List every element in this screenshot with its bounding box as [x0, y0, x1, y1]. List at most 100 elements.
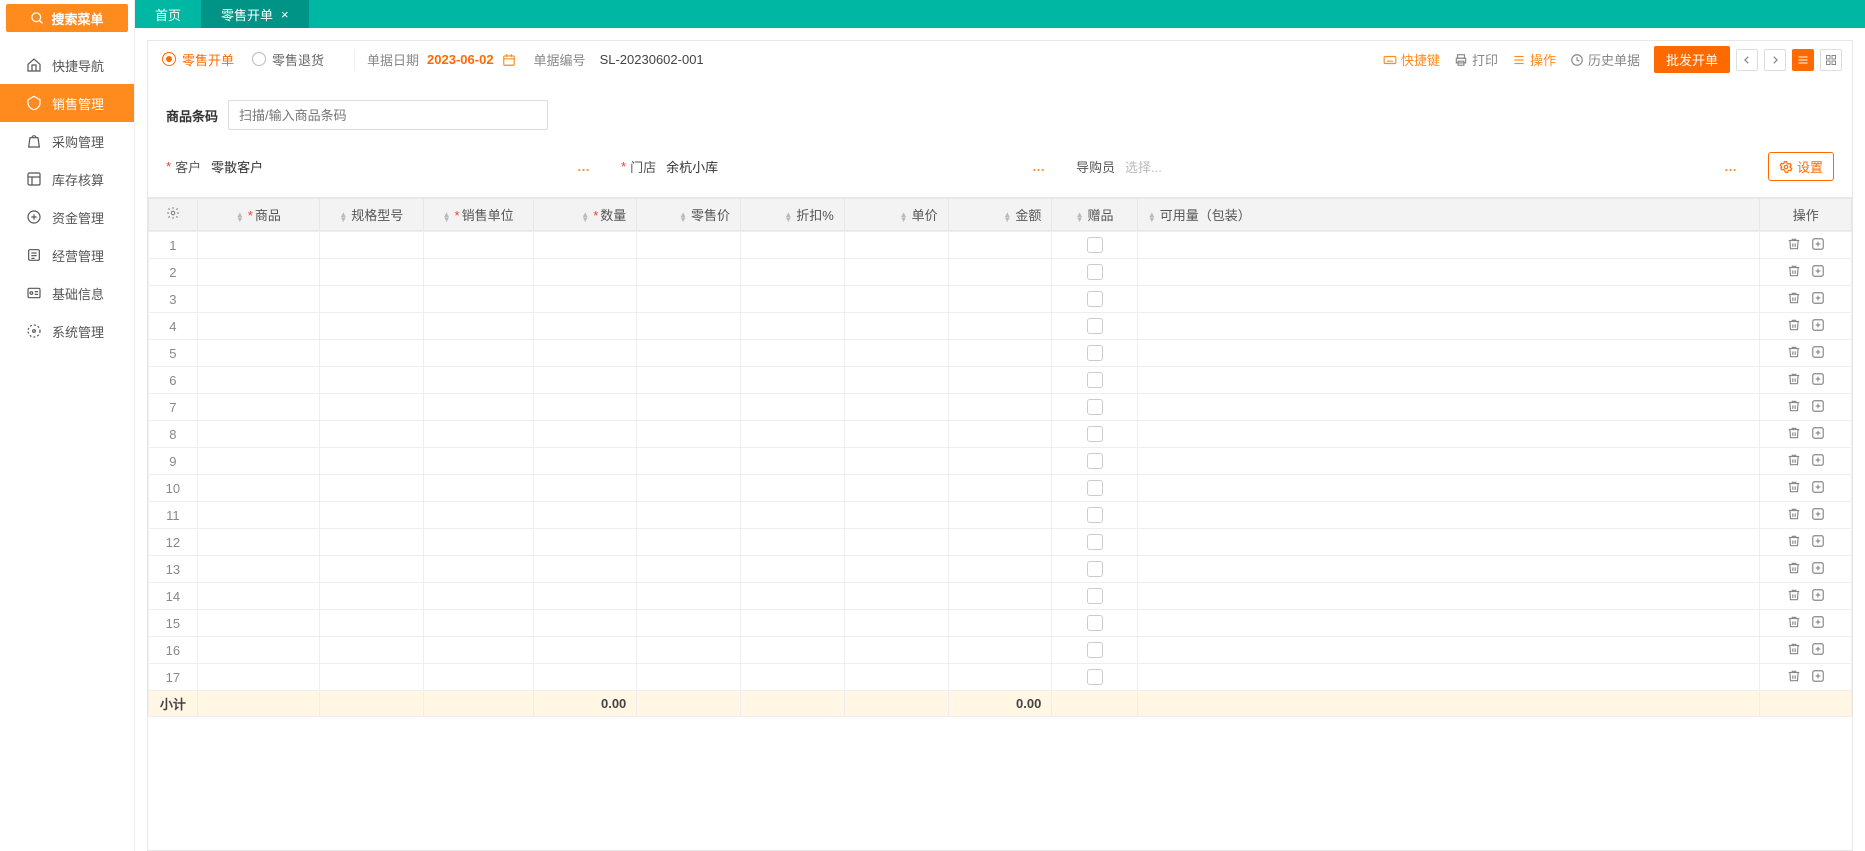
- cell-uprice[interactable]: [844, 637, 948, 664]
- delete-row-icon[interactable]: [1787, 426, 1801, 443]
- gift-checkbox[interactable]: [1087, 291, 1103, 307]
- sidebar-item-sale[interactable]: 销售管理: [0, 84, 134, 122]
- cell-amount[interactable]: [948, 637, 1052, 664]
- col-qty[interactable]: ▲▼*数量: [533, 199, 637, 231]
- cell-disc[interactable]: [741, 367, 845, 394]
- gift-checkbox[interactable]: [1087, 561, 1103, 577]
- cell-spec[interactable]: [319, 448, 423, 475]
- cell-uprice[interactable]: [844, 259, 948, 286]
- cell-goods[interactable]: [197, 340, 319, 367]
- add-row-icon[interactable]: [1811, 237, 1825, 254]
- cell-avail[interactable]: [1137, 367, 1760, 394]
- cell-unit[interactable]: [423, 475, 533, 502]
- cell-goods[interactable]: [197, 583, 319, 610]
- cell-unit[interactable]: [423, 637, 533, 664]
- cell-avail[interactable]: [1137, 313, 1760, 340]
- add-row-icon[interactable]: [1811, 399, 1825, 416]
- cell-qty[interactable]: [533, 475, 637, 502]
- cell-spec[interactable]: [319, 610, 423, 637]
- gift-checkbox[interactable]: [1087, 399, 1103, 415]
- col-disc[interactable]: ▲▼折扣%: [741, 199, 845, 231]
- delete-row-icon[interactable]: [1787, 588, 1801, 605]
- cell-amount[interactable]: [948, 448, 1052, 475]
- add-row-icon[interactable]: [1811, 615, 1825, 632]
- cell-spec[interactable]: [319, 340, 423, 367]
- cell-unit[interactable]: [423, 448, 533, 475]
- cell-unit[interactable]: [423, 394, 533, 421]
- cell-disc[interactable]: [741, 448, 845, 475]
- guide-more-icon[interactable]: …: [1724, 159, 1738, 174]
- cell-price[interactable]: [637, 448, 741, 475]
- cell-amount[interactable]: [948, 529, 1052, 556]
- cell-price[interactable]: [637, 529, 741, 556]
- cell-price[interactable]: [637, 637, 741, 664]
- tab-零售开单[interactable]: 零售开单×: [201, 0, 309, 28]
- add-row-icon[interactable]: [1811, 264, 1825, 281]
- cell-qty[interactable]: [533, 556, 637, 583]
- cell-avail[interactable]: [1137, 394, 1760, 421]
- cell-qty[interactable]: [533, 664, 637, 691]
- col-amount[interactable]: ▲▼金额: [948, 199, 1052, 231]
- delete-row-icon[interactable]: [1787, 237, 1801, 254]
- add-row-icon[interactable]: [1811, 453, 1825, 470]
- cell-uprice[interactable]: [844, 367, 948, 394]
- delete-row-icon[interactable]: [1787, 372, 1801, 389]
- cell-unit[interactable]: [423, 664, 533, 691]
- cell-unit[interactable]: [423, 556, 533, 583]
- col-avail[interactable]: ▲▼可用量（包装）: [1137, 199, 1760, 231]
- cell-spec[interactable]: [319, 286, 423, 313]
- cell-spec[interactable]: [319, 664, 423, 691]
- layout-list-button[interactable]: [1792, 49, 1814, 71]
- radio-零售开单[interactable]: 零售开单: [162, 50, 234, 69]
- gift-checkbox[interactable]: [1087, 264, 1103, 280]
- cell-goods[interactable]: [197, 556, 319, 583]
- history-button[interactable]: 历史单据: [1570, 50, 1640, 69]
- cell-qty[interactable]: [533, 340, 637, 367]
- cell-disc[interactable]: [741, 529, 845, 556]
- col-ops[interactable]: 操作: [1760, 199, 1852, 231]
- cell-amount[interactable]: [948, 232, 1052, 259]
- next-button[interactable]: [1764, 49, 1786, 71]
- prev-button[interactable]: [1736, 49, 1758, 71]
- cell-avail[interactable]: [1137, 340, 1760, 367]
- cell-price[interactable]: [637, 556, 741, 583]
- cell-amount[interactable]: [948, 394, 1052, 421]
- cell-disc[interactable]: [741, 664, 845, 691]
- cell-amount[interactable]: [948, 259, 1052, 286]
- cell-spec[interactable]: [319, 232, 423, 259]
- cell-unit[interactable]: [423, 502, 533, 529]
- radio-零售退货[interactable]: 零售退货: [252, 50, 324, 69]
- col-unit[interactable]: ▲▼*销售单位: [423, 199, 533, 231]
- cell-amount[interactable]: [948, 421, 1052, 448]
- cell-disc[interactable]: [741, 232, 845, 259]
- delete-row-icon[interactable]: [1787, 264, 1801, 281]
- cell-unit[interactable]: [423, 313, 533, 340]
- cell-price[interactable]: [637, 502, 741, 529]
- delete-row-icon[interactable]: [1787, 534, 1801, 551]
- delete-row-icon[interactable]: [1787, 318, 1801, 335]
- cell-unit[interactable]: [423, 286, 533, 313]
- cell-amount[interactable]: [948, 502, 1052, 529]
- cell-spec[interactable]: [319, 394, 423, 421]
- col-gear[interactable]: [149, 199, 198, 231]
- cell-avail[interactable]: [1137, 529, 1760, 556]
- gift-checkbox[interactable]: [1087, 426, 1103, 442]
- add-row-icon[interactable]: [1811, 534, 1825, 551]
- delete-row-icon[interactable]: [1787, 399, 1801, 416]
- cell-uprice[interactable]: [844, 502, 948, 529]
- cell-spec[interactable]: [319, 637, 423, 664]
- gift-checkbox[interactable]: [1087, 507, 1103, 523]
- cell-price[interactable]: [637, 232, 741, 259]
- cell-spec[interactable]: [319, 259, 423, 286]
- add-row-icon[interactable]: [1811, 588, 1825, 605]
- print-button[interactable]: 打印: [1454, 50, 1498, 69]
- col-spec[interactable]: ▲▼规格型号: [319, 199, 423, 231]
- store-block[interactable]: * 门店 余杭小库 …: [621, 157, 1076, 176]
- cell-spec[interactable]: [319, 367, 423, 394]
- cell-goods[interactable]: [197, 259, 319, 286]
- cell-avail[interactable]: [1137, 502, 1760, 529]
- cell-qty[interactable]: [533, 259, 637, 286]
- cell-qty[interactable]: [533, 583, 637, 610]
- add-row-icon[interactable]: [1811, 318, 1825, 335]
- delete-row-icon[interactable]: [1787, 291, 1801, 308]
